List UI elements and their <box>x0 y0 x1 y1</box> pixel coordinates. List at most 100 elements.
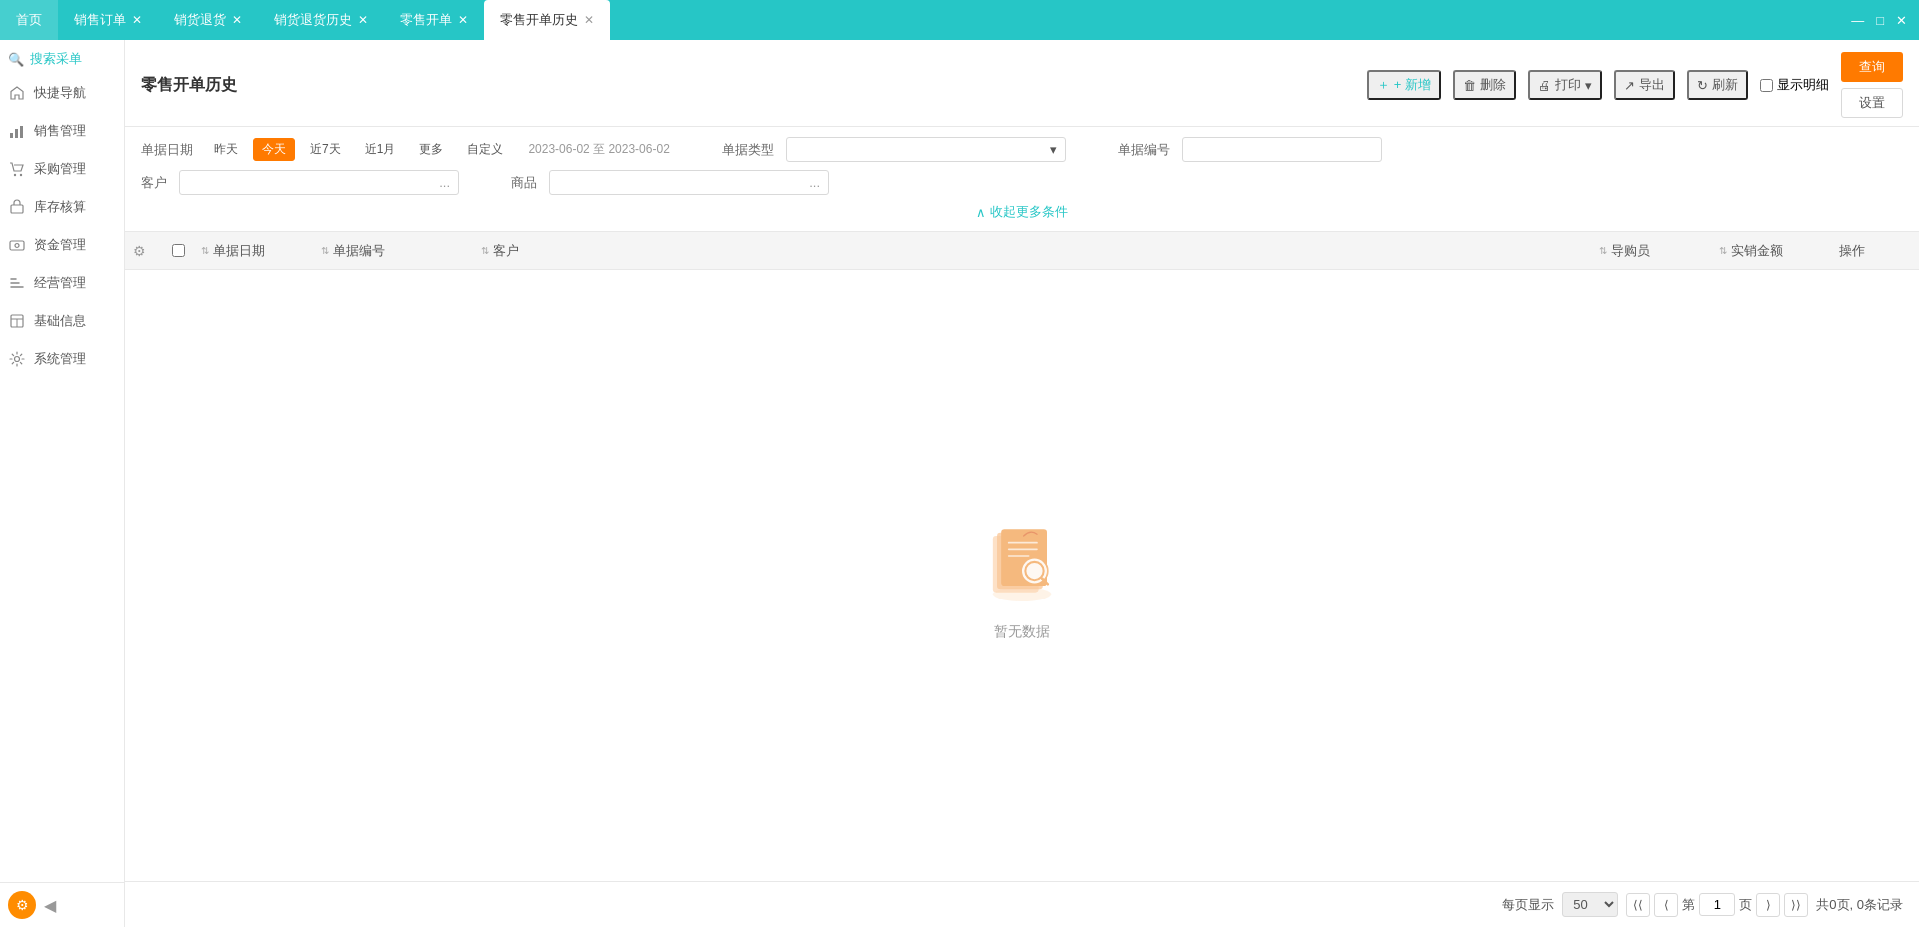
query-label: 查询 <box>1859 59 1885 74</box>
sidebar-item-basic-info[interactable]: 基础信息 <box>0 302 124 340</box>
tab-sales-return-history[interactable]: 销货退货历史 ✕ <box>258 0 384 40</box>
sidebar-item-system[interactable]: 系统管理 <box>0 340 124 378</box>
page-last-btn[interactable]: ⟩⟩ <box>1784 893 1808 917</box>
date-btn-yesterday[interactable]: 昨天 <box>205 138 247 161</box>
tab-retail-open-close[interactable]: ✕ <box>458 13 468 27</box>
tab-sales-return-history-close[interactable]: ✕ <box>358 13 368 27</box>
maximize-btn[interactable]: □ <box>1876 13 1884 28</box>
sidebar: 🔍 搜索采单 快捷导航 销售管理 采购管理 库存核算 <box>0 40 125 927</box>
pagination: 每页显示 10 20 50 100 ⟨⟨ ⟨ 第 页 ⟩ ⟩⟩ 共0页, 0条记… <box>125 881 1919 927</box>
main-layout: 🔍 搜索采单 快捷导航 销售管理 采购管理 库存核算 <box>0 40 1919 927</box>
tab-retail-open-label: 零售开单 <box>400 11 452 29</box>
svg-point-3 <box>14 174 16 176</box>
delete-icon: 🗑 <box>1463 78 1476 93</box>
date-btn-more[interactable]: 更多 <box>410 138 452 161</box>
filter-row-1: 单据日期 昨天 今天 近7天 近1月 更多 自定义 2023-06-02 至 2… <box>141 137 1903 162</box>
col-header-num: ⇅ 单据编号 <box>313 242 473 260</box>
table-settings-icon[interactable]: ⚙ <box>133 243 163 259</box>
page-next-btn[interactable]: ⟩ <box>1756 893 1780 917</box>
sidebar-item-quick-nav[interactable]: 快捷导航 <box>0 74 124 112</box>
tab-sales-order-close[interactable]: ✕ <box>132 13 142 27</box>
sidebar-item-inventory[interactable]: 库存核算 <box>0 188 124 226</box>
export-button[interactable]: ↗ 导出 <box>1614 70 1675 100</box>
date-btn-today[interactable]: 今天 <box>253 138 295 161</box>
col-date-label: 单据日期 <box>213 242 265 260</box>
col-amount-label: 实销金额 <box>1731 242 1783 260</box>
page-prev-btn[interactable]: ⟨ <box>1654 893 1678 917</box>
doc-type-select[interactable]: ▾ <box>786 137 1066 162</box>
collapse-icon: ∧ <box>976 205 986 220</box>
customer-input[interactable]: ... <box>179 170 459 195</box>
filter-area: 单据日期 昨天 今天 近7天 近1月 更多 自定义 2023-06-02 至 2… <box>125 127 1919 232</box>
collapse-label: 收起更多条件 <box>990 203 1068 221</box>
sidebar-collapse-btn[interactable]: ◀ <box>44 896 56 915</box>
col-sort-num-icon[interactable]: ⇅ <box>321 245 329 256</box>
col-header-date: ⇅ 单据日期 <box>193 242 313 260</box>
settings-icon-btn[interactable]: ⚙ <box>8 891 36 919</box>
col-action-label: 操作 <box>1839 242 1865 260</box>
tab-sales-return[interactable]: 销货退货 ✕ <box>158 0 258 40</box>
show-detail-checkbox-label[interactable]: 显示明细 <box>1760 76 1829 94</box>
query-button[interactable]: 查询 <box>1841 52 1903 82</box>
doc-num-input[interactable] <box>1182 137 1382 162</box>
sidebar-item-sales-mgmt[interactable]: 销售管理 <box>0 112 124 150</box>
setting-button[interactable]: 设置 <box>1841 88 1903 118</box>
table-select-all-cell <box>163 244 193 257</box>
date-btn-7days[interactable]: 近7天 <box>301 138 350 161</box>
col-sort-date-icon[interactable]: ⇅ <box>201 245 209 256</box>
page-num-input[interactable] <box>1699 893 1735 916</box>
page-title: 零售开单历史 <box>141 75 237 96</box>
goods-ellipsis: ... <box>809 175 820 190</box>
doc-type-label: 单据类型 <box>722 141 774 159</box>
tab-sales-order[interactable]: 销售订单 ✕ <box>58 0 158 40</box>
doc-type-dropdown-icon: ▾ <box>1050 142 1057 157</box>
per-page-select[interactable]: 10 20 50 100 <box>1562 892 1618 917</box>
sidebar-item-operation[interactable]: 经营管理 <box>0 264 124 302</box>
page-first-btn[interactable]: ⟨⟨ <box>1626 893 1650 917</box>
delete-button[interactable]: 🗑 删除 <box>1453 70 1516 100</box>
bar-icon <box>8 274 26 292</box>
chart-icon <box>8 122 26 140</box>
delete-label: 删除 <box>1480 76 1506 94</box>
sidebar-item-purchase-mgmt-label: 采购管理 <box>34 160 86 178</box>
total-info: 共0页, 0条记录 <box>1816 896 1903 914</box>
sidebar-item-purchase-mgmt[interactable]: 采购管理 <box>0 150 124 188</box>
refresh-icon: ↻ <box>1697 78 1708 93</box>
toolbar-actions: ＋ + 新增 🗑 删除 🖨 打印 ▾ ↗ 导出 ↻ <box>1367 52 1903 118</box>
col-header-amount: ⇅ 实销金额 <box>1711 242 1831 260</box>
tab-home[interactable]: 首页 <box>0 0 58 40</box>
tab-retail-open-history[interactable]: 零售开单历史 ✕ <box>484 0 610 40</box>
sidebar-item-finance[interactable]: 资金管理 <box>0 226 124 264</box>
cart-icon <box>8 160 26 178</box>
collapse-row: ∧ 收起更多条件 <box>141 203 1903 221</box>
box-icon <box>8 198 26 216</box>
empty-text: 暂无数据 <box>994 623 1050 641</box>
sidebar-search[interactable]: 🔍 搜索采单 <box>0 40 124 74</box>
show-detail-checkbox[interactable] <box>1760 79 1773 92</box>
page-word: 第 <box>1682 896 1695 914</box>
date-btn-1month[interactable]: 近1月 <box>356 138 405 161</box>
close-btn[interactable]: ✕ <box>1896 13 1907 28</box>
tab-sales-return-close[interactable]: ✕ <box>232 13 242 27</box>
col-sort-amount-icon[interactable]: ⇅ <box>1719 245 1727 256</box>
print-label: 打印 <box>1555 76 1581 94</box>
top-tab-bar: 首页 销售订单 ✕ 销货退货 ✕ 销货退货历史 ✕ 零售开单 ✕ 零售开单历史 … <box>0 0 1919 40</box>
svg-point-11 <box>15 357 20 362</box>
select-all-checkbox[interactable] <box>172 244 185 257</box>
print-button[interactable]: 🖨 打印 ▾ <box>1528 70 1602 100</box>
col-header-guide: ⇅ 导购员 <box>1591 242 1711 260</box>
refresh-button[interactable]: ↻ 刷新 <box>1687 70 1748 100</box>
minimize-btn[interactable]: — <box>1851 13 1864 28</box>
content-area: 零售开单历史 ＋ + 新增 🗑 删除 🖨 打印 ▾ ↗ 导出 <box>125 40 1919 927</box>
tab-home-label: 首页 <box>16 11 42 29</box>
collapse-button[interactable]: ∧ 收起更多条件 <box>976 203 1068 221</box>
date-btn-custom[interactable]: 自定义 <box>458 138 512 161</box>
col-sort-guide-icon[interactable]: ⇅ <box>1599 245 1607 256</box>
tab-retail-open[interactable]: 零售开单 ✕ <box>384 0 484 40</box>
goods-input[interactable]: ... <box>549 170 829 195</box>
col-sort-customer-icon[interactable]: ⇅ <box>481 245 489 256</box>
col-num-label: 单据编号 <box>333 242 385 260</box>
add-button[interactable]: ＋ + 新增 <box>1367 70 1441 100</box>
tab-retail-open-history-close[interactable]: ✕ <box>584 13 594 27</box>
tab-sales-return-history-label: 销货退货历史 <box>274 11 352 29</box>
